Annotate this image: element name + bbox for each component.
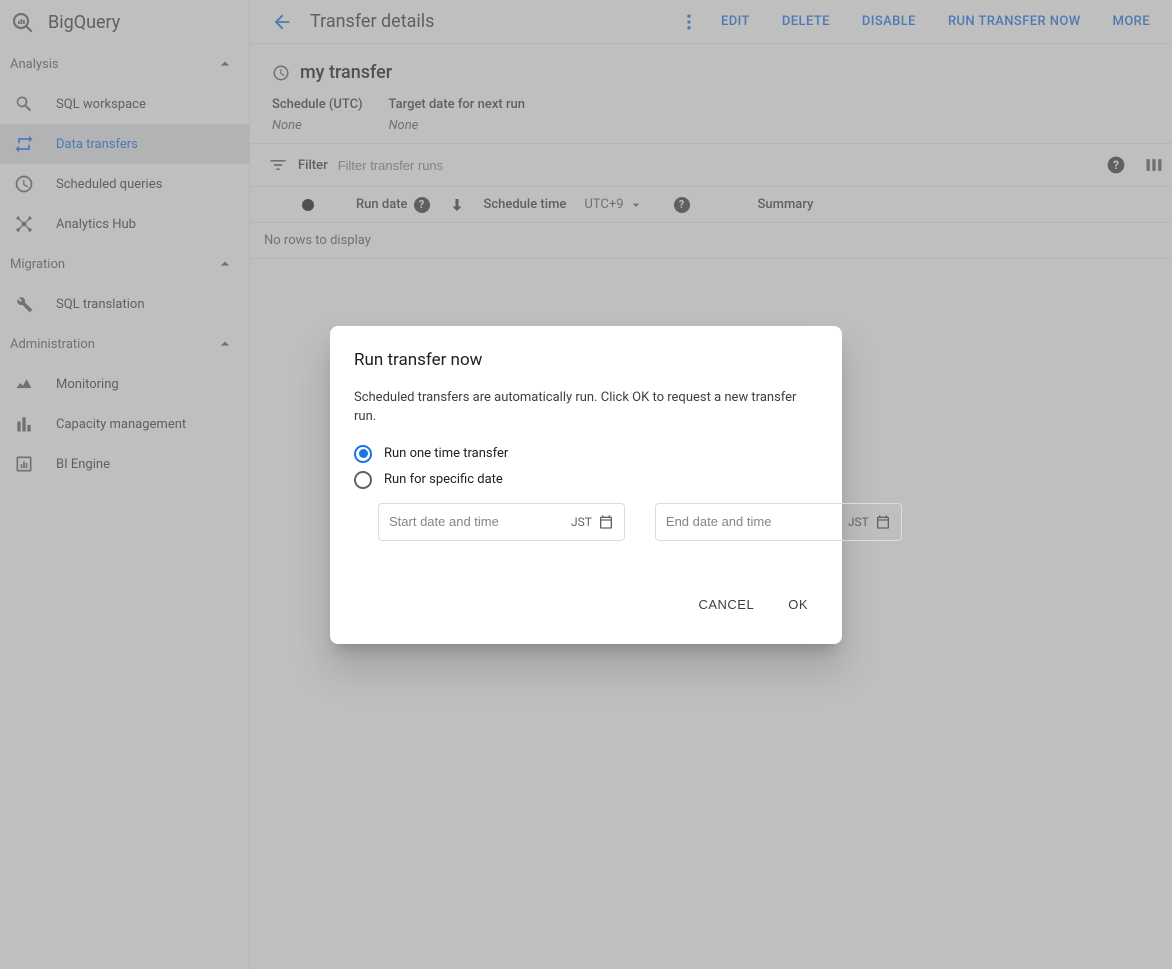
radio-label: Run for specific date (384, 472, 503, 487)
dialog-actions: CANCEL OK (354, 589, 818, 620)
radio-specific-date[interactable]: Run for specific date (354, 471, 818, 489)
radio-label: Run one time transfer (384, 446, 508, 461)
calendar-icon[interactable] (598, 514, 614, 530)
calendar-icon[interactable] (875, 514, 891, 530)
run-transfer-dialog: Run transfer now Scheduled transfers are… (330, 326, 842, 644)
tz-label: JST (848, 515, 869, 529)
radio-icon (354, 445, 372, 463)
radio-one-time[interactable]: Run one time transfer (354, 445, 818, 463)
ok-button[interactable]: OK (778, 589, 818, 620)
end-date-field[interactable] (666, 514, 842, 529)
modal-overlay: Run transfer now Scheduled transfers are… (0, 0, 1172, 969)
radio-icon (354, 471, 372, 489)
date-row: JST JST (378, 503, 818, 541)
end-date-input[interactable]: JST (655, 503, 902, 541)
tz-label: JST (571, 515, 592, 529)
cancel-button[interactable]: CANCEL (688, 589, 764, 620)
start-date-field[interactable] (389, 514, 565, 529)
dialog-description: Scheduled transfers are automatically ru… (354, 388, 818, 427)
start-date-input[interactable]: JST (378, 503, 625, 541)
dialog-title: Run transfer now (354, 350, 818, 370)
